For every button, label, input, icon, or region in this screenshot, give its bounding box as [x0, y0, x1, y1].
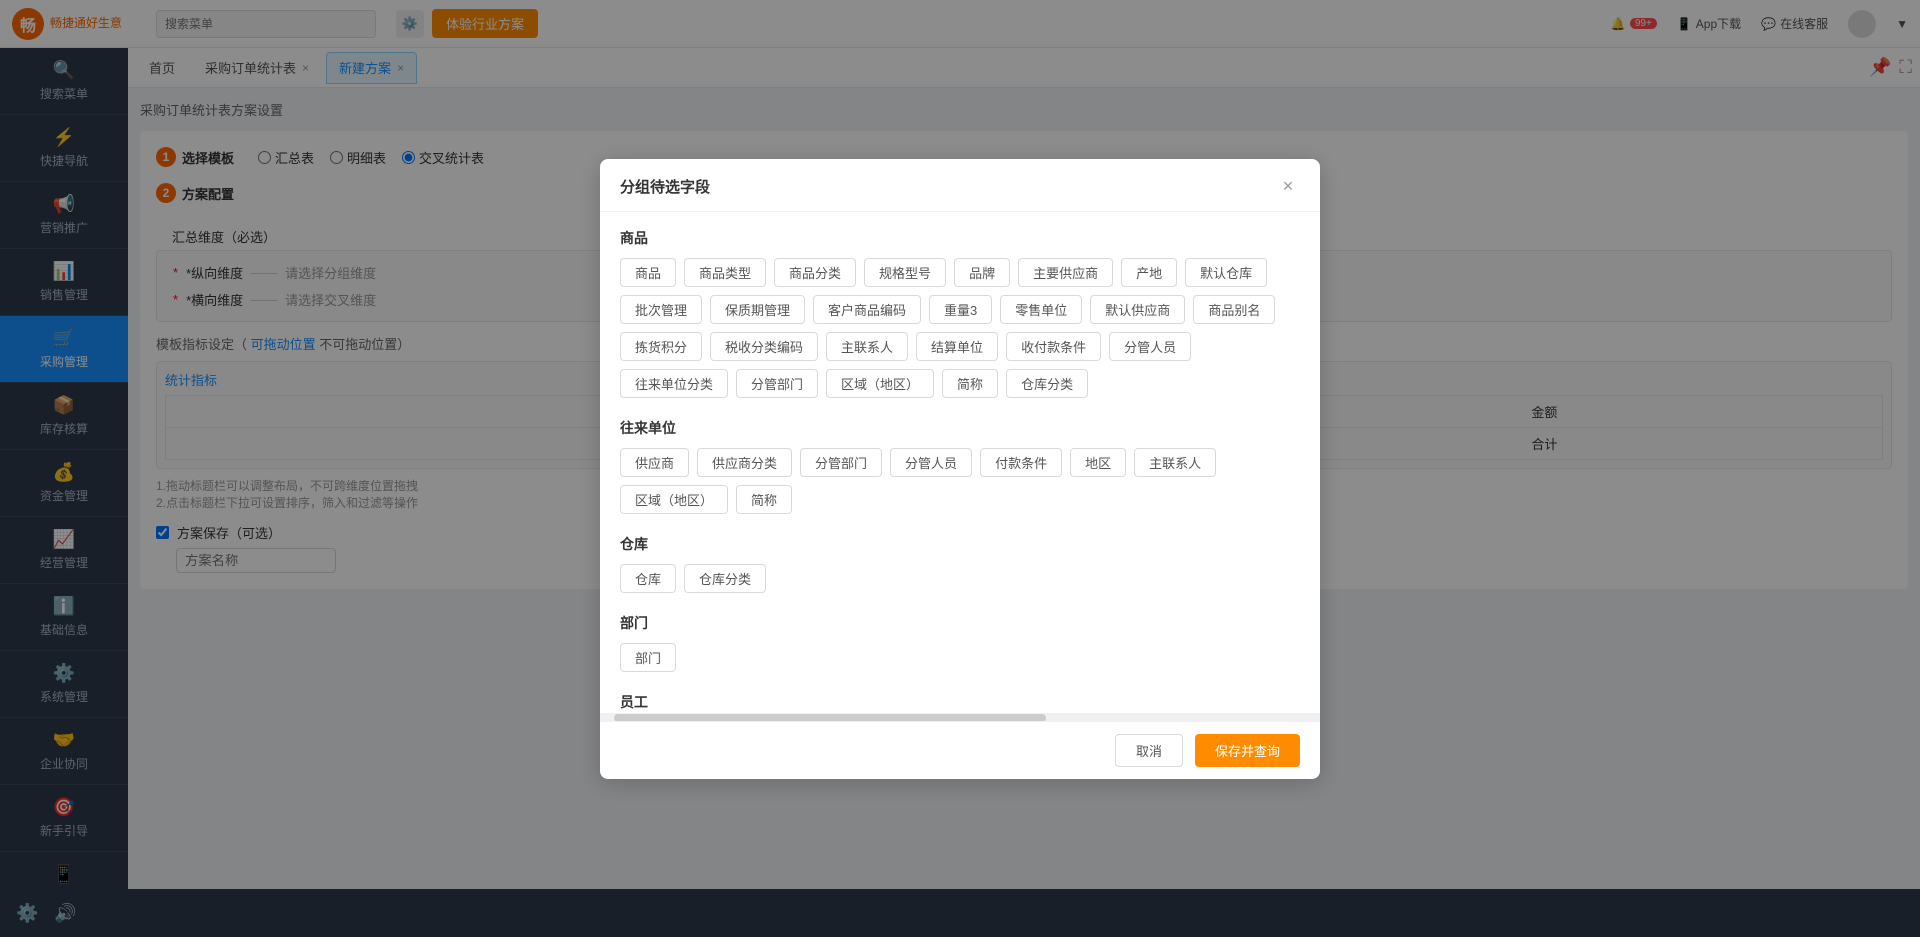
section-product-title: 商品	[620, 228, 1300, 248]
section-warehouse: 仓库 仓库 仓库分类	[620, 534, 1300, 593]
field-tag[interactable]: 产地	[1121, 258, 1177, 287]
field-tag[interactable]: 商品别名	[1193, 295, 1275, 324]
field-tag[interactable]: 客户商品编码	[813, 295, 921, 324]
section-department-title: 部门	[620, 613, 1300, 633]
section-partner-title: 往来单位	[620, 418, 1300, 438]
field-tag[interactable]: 商品类型	[684, 258, 766, 287]
field-tag[interactable]: 区域（地区）	[620, 485, 728, 514]
cancel-button[interactable]: 取消	[1115, 734, 1183, 767]
section-department: 部门 部门	[620, 613, 1300, 672]
field-tag[interactable]: 商品	[620, 258, 676, 287]
field-tag[interactable]: 商品分类	[774, 258, 856, 287]
field-tags-partner: 供应商 供应商分类 分管部门 分管人员 付款条件 地区 主联系人 区域（地区） …	[620, 448, 1300, 514]
field-tag[interactable]: 品牌	[954, 258, 1010, 287]
field-tag[interactable]: 默认供应商	[1090, 295, 1185, 324]
confirm-button[interactable]: 保存并查询	[1195, 734, 1300, 767]
modal: 分组待选字段 × 商品 商品 商品类型 商品分类 规格型号 品牌 主要供应商 产…	[600, 159, 1320, 779]
field-tag[interactable]: 零售单位	[1000, 295, 1082, 324]
field-tag[interactable]: 部门	[620, 643, 676, 672]
section-employee-title: 员工	[620, 692, 1300, 712]
field-tag[interactable]: 仓库分类	[684, 564, 766, 593]
field-tag[interactable]: 税收分类编码	[710, 332, 818, 361]
scrollbar-thumb[interactable]	[614, 714, 1046, 720]
field-tag[interactable]: 区域（地区）	[826, 369, 934, 398]
field-tag[interactable]: 供应商分类	[697, 448, 792, 477]
field-tags-warehouse: 仓库 仓库分类	[620, 564, 1300, 593]
field-tags-department: 部门	[620, 643, 1300, 672]
field-tag[interactable]: 简称	[942, 369, 998, 398]
modal-body: 商品 商品 商品类型 商品分类 规格型号 品牌 主要供应商 产地 默认仓库 批次…	[600, 212, 1320, 714]
field-tag[interactable]: 拣货积分	[620, 332, 702, 361]
field-tag[interactable]: 分管人员	[890, 448, 972, 477]
field-tag[interactable]: 仓库分类	[1006, 369, 1088, 398]
field-tag[interactable]: 主联系人	[826, 332, 908, 361]
field-tag[interactable]: 结算单位	[916, 332, 998, 361]
field-tag[interactable]: 仓库	[620, 564, 676, 593]
section-employee: 员工 业务员	[620, 692, 1300, 714]
section-warehouse-title: 仓库	[620, 534, 1300, 554]
field-tag[interactable]: 分管人员	[1109, 332, 1191, 361]
section-partner: 往来单位 供应商 供应商分类 分管部门 分管人员 付款条件 地区 主联系人 区域…	[620, 418, 1300, 514]
section-product: 商品 商品 商品类型 商品分类 规格型号 品牌 主要供应商 产地 默认仓库 批次…	[620, 228, 1300, 398]
field-tag[interactable]: 收付款条件	[1006, 332, 1101, 361]
field-tag[interactable]: 供应商	[620, 448, 689, 477]
modal-header: 分组待选字段 ×	[600, 159, 1320, 212]
field-tag[interactable]: 主要供应商	[1018, 258, 1113, 287]
field-tag[interactable]: 分管部门	[800, 448, 882, 477]
modal-footer: 取消 保存并查询	[600, 721, 1320, 779]
field-tag[interactable]: 简称	[736, 485, 792, 514]
field-tag[interactable]: 分管部门	[736, 369, 818, 398]
field-tag[interactable]: 保质期管理	[710, 295, 805, 324]
field-tag[interactable]: 规格型号	[864, 258, 946, 287]
modal-overlay: 分组待选字段 × 商品 商品 商品类型 商品分类 规格型号 品牌 主要供应商 产…	[0, 0, 1920, 937]
field-tag[interactable]: 主联系人	[1134, 448, 1216, 477]
field-tag[interactable]: 付款条件	[980, 448, 1062, 477]
field-tag[interactable]: 地区	[1070, 448, 1126, 477]
modal-title: 分组待选字段	[620, 176, 710, 197]
field-tag[interactable]: 默认仓库	[1185, 258, 1267, 287]
horizontal-scrollbar-container[interactable]	[600, 713, 1320, 720]
field-tags-product: 商品 商品类型 商品分类 规格型号 品牌 主要供应商 产地 默认仓库 批次管理 …	[620, 258, 1300, 398]
modal-close-btn[interactable]: ×	[1276, 175, 1300, 199]
field-tag[interactable]: 往来单位分类	[620, 369, 728, 398]
field-tag[interactable]: 批次管理	[620, 295, 702, 324]
field-tag[interactable]: 重量3	[929, 295, 992, 324]
